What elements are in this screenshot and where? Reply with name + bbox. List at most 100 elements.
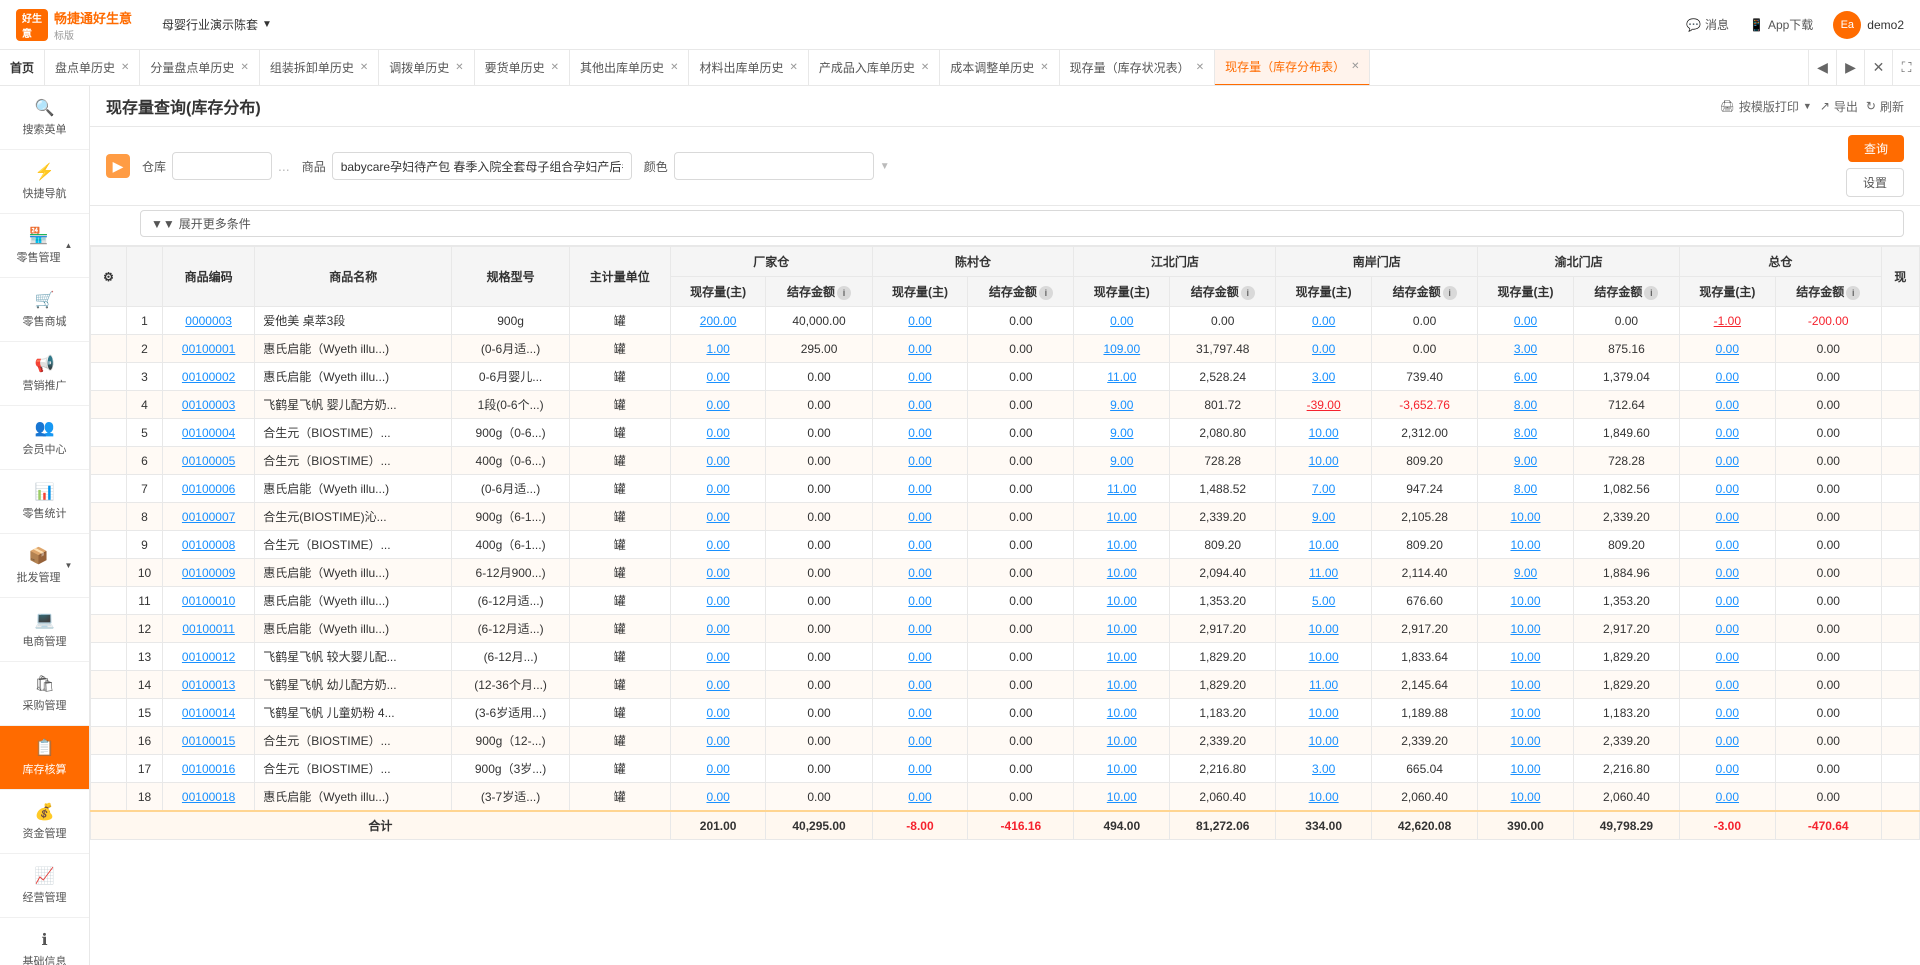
close-icon[interactable]: ✕ (360, 62, 368, 73)
row-code[interactable]: 00100005 (163, 447, 255, 475)
close-icon[interactable]: ✕ (789, 62, 797, 73)
row-chenjiang-cur[interactable]: 0.00 (872, 587, 968, 615)
row-chenjiang-cur[interactable]: 0.00 (872, 615, 968, 643)
row-total-cur[interactable]: 0.00 (1680, 587, 1776, 615)
row-chenjiang-cur[interactable]: 0.00 (872, 755, 968, 783)
row-jiangbei-cur[interactable]: 10.00 (1074, 531, 1170, 559)
row-jiangbei-cur[interactable]: 11.00 (1074, 363, 1170, 391)
row-code[interactable]: 00100004 (163, 419, 255, 447)
row-chenjiang-cur[interactable]: 0.00 (872, 363, 968, 391)
row-yubei-cur[interactable]: 9.00 (1478, 447, 1574, 475)
row-nanan-cur[interactable]: 10.00 (1276, 419, 1372, 447)
row-chenjiang-cur[interactable]: 0.00 (872, 727, 968, 755)
close-icon[interactable]: ✕ (1196, 62, 1204, 73)
row-total-cur[interactable]: 0.00 (1680, 447, 1776, 475)
row-code[interactable]: 00100007 (163, 503, 255, 531)
row-factory-cur[interactable]: 0.00 (670, 755, 766, 783)
row-code[interactable]: 00100018 (163, 783, 255, 812)
tab-stock-status[interactable]: 现存量（库存状况表） ✕ (1060, 50, 1215, 86)
sidebar-item-finance[interactable]: 💰 资金管理 (0, 790, 89, 854)
tab-cost-adjust[interactable]: 成本调整单历史 ✕ (940, 50, 1059, 86)
row-factory-cur[interactable]: 0.00 (670, 643, 766, 671)
row-jiangbei-cur[interactable]: 10.00 (1074, 699, 1170, 727)
row-yubei-cur[interactable]: 6.00 (1478, 363, 1574, 391)
row-nanan-cur[interactable]: 10.00 (1276, 531, 1372, 559)
setting-button[interactable]: 设置 (1846, 168, 1904, 197)
row-jiangbei-cur[interactable]: 10.00 (1074, 671, 1170, 699)
close-icon[interactable]: ✕ (121, 62, 129, 73)
row-jiangbei-cur[interactable]: 10.00 (1074, 503, 1170, 531)
row-factory-cur[interactable]: 0.00 (670, 475, 766, 503)
info-icon[interactable]: i (1443, 286, 1457, 300)
row-jiangbei-cur[interactable]: 10.00 (1074, 727, 1170, 755)
row-code[interactable]: 0000003 (163, 307, 255, 335)
export-btn[interactable]: ↗ 导出 (1820, 98, 1858, 115)
row-nanan-cur[interactable]: 10.00 (1276, 447, 1372, 475)
row-jiangbei-cur[interactable]: 9.00 (1074, 419, 1170, 447)
tab-assembly[interactable]: 组装拆卸单历史 ✕ (260, 50, 379, 86)
tab-material-outbound[interactable]: 材料出库单历史 ✕ (689, 50, 808, 86)
row-code[interactable]: 00100015 (163, 727, 255, 755)
row-yubei-cur[interactable]: 10.00 (1478, 503, 1574, 531)
row-chenjiang-cur[interactable]: 0.00 (872, 419, 968, 447)
sidebar-item-marketing[interactable]: 📢 营销推广 (0, 342, 89, 406)
sidebar-item-retail-mgmt[interactable]: 🏪 零售管理 ▲ (0, 214, 89, 278)
row-yubei-cur[interactable]: 10.00 (1478, 783, 1574, 812)
row-yubei-cur[interactable]: 10.00 (1478, 531, 1574, 559)
row-code[interactable]: 00100011 (163, 615, 255, 643)
row-nanan-cur[interactable]: 0.00 (1276, 307, 1372, 335)
row-chenjiang-cur[interactable]: 0.00 (872, 335, 968, 363)
row-jiangbei-cur[interactable]: 10.00 (1074, 643, 1170, 671)
row-factory-cur[interactable]: 0.00 (670, 391, 766, 419)
col-settings[interactable]: ⚙ (91, 247, 127, 307)
close-icon[interactable]: ✕ (670, 62, 678, 73)
row-total-cur[interactable]: 0.00 (1680, 671, 1776, 699)
row-code[interactable]: 00100013 (163, 671, 255, 699)
row-chenjiang-cur[interactable]: 0.00 (872, 643, 968, 671)
row-total-cur[interactable]: 0.00 (1680, 531, 1776, 559)
row-yubei-cur[interactable]: 3.00 (1478, 335, 1574, 363)
sidebar-item-basic-info[interactable]: ℹ 基础信息 (0, 918, 89, 965)
row-jiangbei-cur[interactable]: 10.00 (1074, 587, 1170, 615)
row-chenjiang-cur[interactable]: 0.00 (872, 671, 968, 699)
sidebar-item-nav[interactable]: ⚡ 快捷导航 (0, 150, 89, 214)
row-code[interactable]: 00100012 (163, 643, 255, 671)
info-icon[interactable]: i (1644, 286, 1658, 300)
warehouse-input[interactable] (172, 152, 272, 180)
row-chenjiang-cur[interactable]: 0.00 (872, 391, 968, 419)
row-nanan-cur[interactable]: 5.00 (1276, 587, 1372, 615)
row-total-cur[interactable]: 0.00 (1680, 643, 1776, 671)
row-code[interactable]: 00100002 (163, 363, 255, 391)
row-jiangbei-cur[interactable]: 9.00 (1074, 391, 1170, 419)
expand-conditions-btn[interactable]: ▼▼ 展开更多条件 (140, 210, 1904, 237)
row-code[interactable]: 00100008 (163, 531, 255, 559)
info-icon[interactable]: i (1241, 286, 1255, 300)
query-button[interactable]: 查询 (1848, 135, 1904, 162)
row-chenjiang-cur[interactable]: 0.00 (872, 699, 968, 727)
row-factory-cur[interactable]: 0.00 (670, 419, 766, 447)
row-yubei-cur[interactable]: 9.00 (1478, 559, 1574, 587)
info-icon[interactable]: i (1846, 286, 1860, 300)
row-chenjiang-cur[interactable]: 0.00 (872, 783, 968, 812)
row-nanan-cur[interactable]: 10.00 (1276, 615, 1372, 643)
row-yubei-cur[interactable]: 10.00 (1478, 615, 1574, 643)
tab-product-inbound[interactable]: 产成品入库单历史 ✕ (809, 50, 940, 86)
close-icon[interactable]: ✕ (1040, 62, 1048, 73)
row-jiangbei-cur[interactable]: 109.00 (1074, 335, 1170, 363)
row-factory-cur[interactable]: 0.00 (670, 363, 766, 391)
row-yubei-cur[interactable]: 8.00 (1478, 419, 1574, 447)
row-yubei-cur[interactable]: 10.00 (1478, 699, 1574, 727)
row-factory-cur[interactable]: 0.00 (670, 783, 766, 812)
sidebar-item-search[interactable]: 🔍 搜索英单 (0, 86, 89, 150)
nav-prev-btn[interactable]: ◀ (1808, 50, 1836, 86)
tab-inventory-count[interactable]: 盘点单历史 ✕ (45, 50, 140, 86)
info-icon[interactable]: i (837, 286, 851, 300)
company-dropdown[interactable]: 母婴行业演示陈套 ▼ (162, 16, 272, 33)
row-total-cur[interactable]: 0.00 (1680, 475, 1776, 503)
row-jiangbei-cur[interactable]: 10.00 (1074, 755, 1170, 783)
row-total-cur[interactable]: 0.00 (1680, 559, 1776, 587)
row-code[interactable]: 00100014 (163, 699, 255, 727)
row-code[interactable]: 00100010 (163, 587, 255, 615)
filter-toggle-btn[interactable]: ▶ (106, 154, 130, 178)
tab-home[interactable]: 首页 (0, 50, 45, 86)
